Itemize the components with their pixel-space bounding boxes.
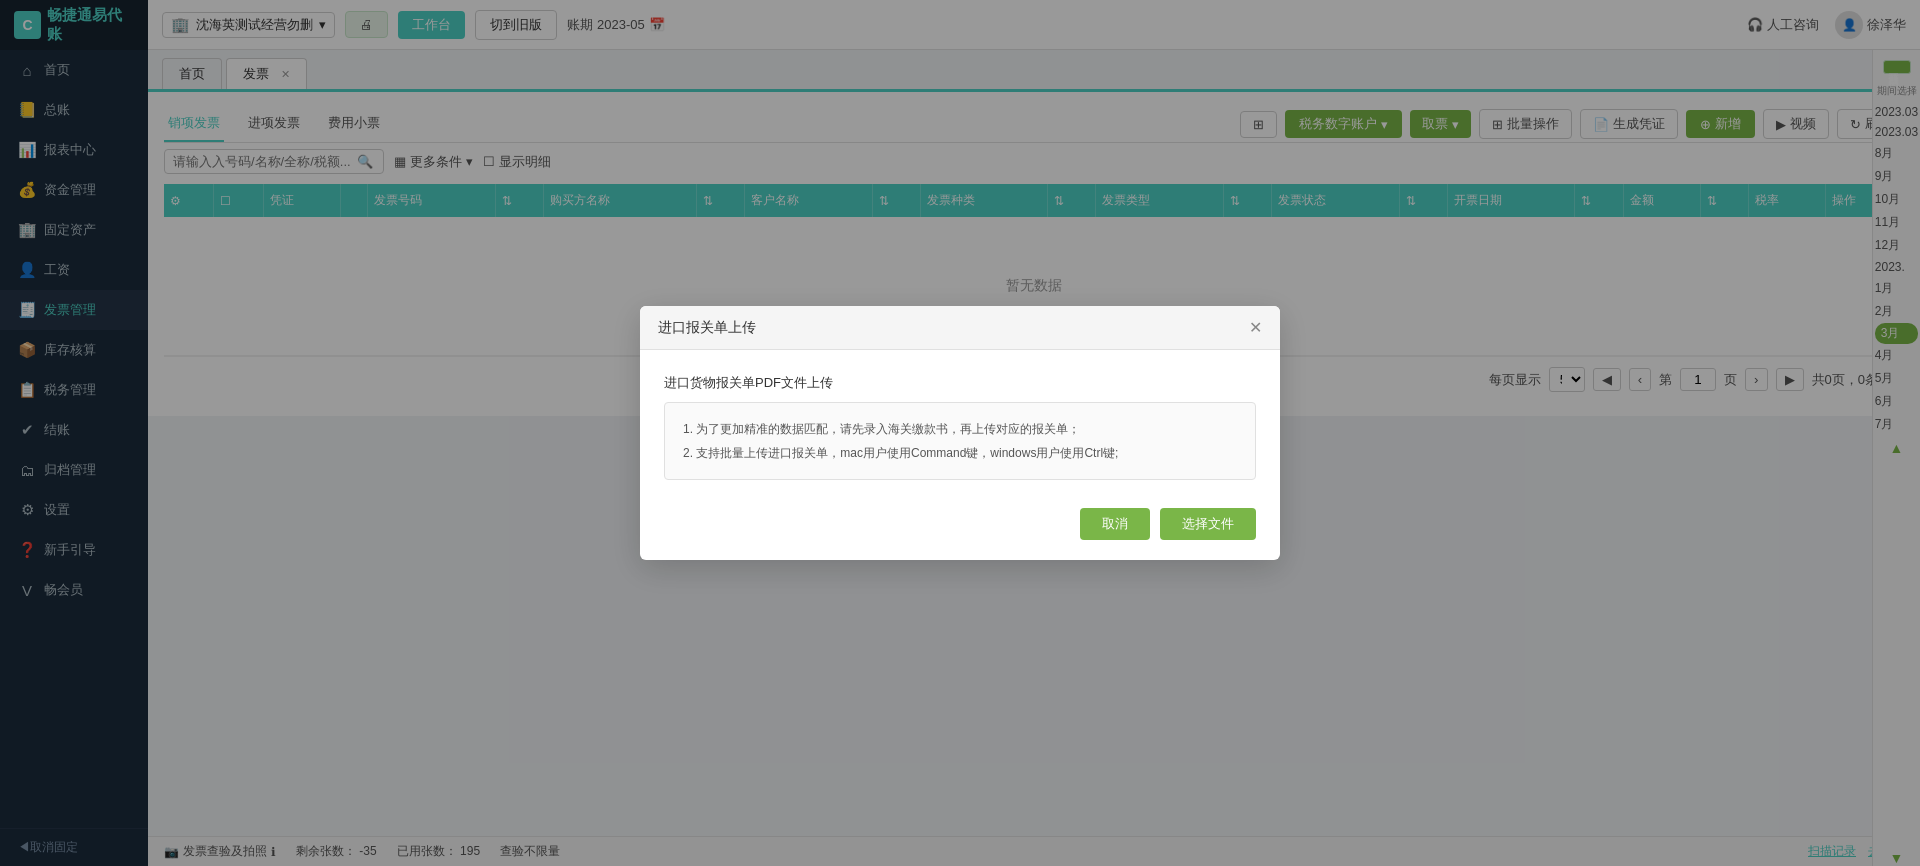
modal-info-line-1: 1. 为了更加精准的数据匹配，请先录入海关缴款书，再上传对应的报关单；	[683, 417, 1237, 441]
modal-info-line-2: 2. 支持批量上传进口报关单，mac用户使用Command键，windows用户…	[683, 441, 1237, 465]
import-customs-modal: 进口报关单上传 ✕ 进口货物报关单PDF文件上传 1. 为了更加精准的数据匹配，…	[640, 306, 1280, 560]
modal-body: 进口货物报关单PDF文件上传 1. 为了更加精准的数据匹配，请先录入海关缴款书，…	[640, 350, 1280, 496]
cancel-button[interactable]: 取消	[1080, 508, 1150, 540]
modal-footer: 取消 选择文件	[640, 496, 1280, 560]
select-file-button[interactable]: 选择文件	[1160, 508, 1256, 540]
modal-title: 进口报关单上传	[658, 319, 756, 337]
modal-section-title: 进口货物报关单PDF文件上传	[664, 374, 1256, 392]
modal-close-button[interactable]: ✕	[1249, 318, 1262, 337]
modal-info-box: 1. 为了更加精准的数据匹配，请先录入海关缴款书，再上传对应的报关单； 2. 支…	[664, 402, 1256, 480]
modal-header: 进口报关单上传 ✕	[640, 306, 1280, 350]
modal-overlay[interactable]: 进口报关单上传 ✕ 进口货物报关单PDF文件上传 1. 为了更加精准的数据匹配，…	[0, 0, 1920, 866]
